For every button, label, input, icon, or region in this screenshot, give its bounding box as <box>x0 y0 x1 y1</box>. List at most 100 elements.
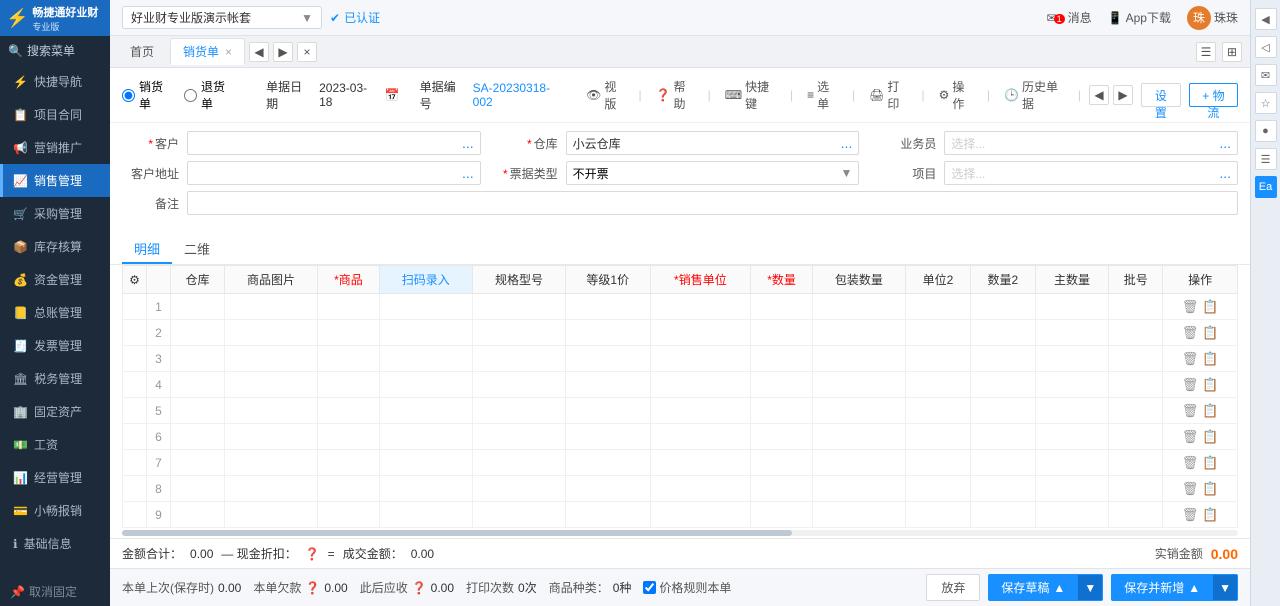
tab-sales-order[interactable]: 销货单 × <box>170 38 245 65</box>
tab-close-all-button[interactable]: × <box>297 42 317 62</box>
row-product-img[interactable] <box>224 320 317 346</box>
row-spec[interactable] <box>472 372 565 398</box>
row-grade-price[interactable] <box>566 372 650 398</box>
sidebar-item-expense[interactable]: 💳 小畅报销 <box>0 494 110 527</box>
row-unit2[interactable] <box>906 294 971 320</box>
row-pack-qty[interactable] <box>812 346 905 372</box>
row-product[interactable] <box>318 372 380 398</box>
row-qty2[interactable] <box>970 346 1035 372</box>
row-unit2[interactable] <box>906 424 971 450</box>
row-main-qty[interactable] <box>1035 476 1109 502</box>
row-qty2[interactable] <box>970 502 1035 528</box>
row-product-img[interactable] <box>224 372 317 398</box>
row-product[interactable] <box>318 502 380 528</box>
row-product[interactable] <box>318 476 380 502</box>
row-grade-price[interactable] <box>566 320 650 346</box>
settings-button[interactable]: 设置 <box>1141 83 1181 107</box>
row-unit2[interactable] <box>906 502 971 528</box>
row-product[interactable] <box>318 346 380 372</box>
calendar-icon[interactable]: 📅 <box>385 88 400 102</box>
row-quantity[interactable] <box>751 294 813 320</box>
view-icon-grid[interactable]: ⊞ <box>1222 42 1242 62</box>
row-scan[interactable] <box>379 372 472 398</box>
help-icon-summary[interactable]: ❓ <box>305 547 320 561</box>
row-delete-icon[interactable]: 🗑 <box>1182 455 1199 471</box>
sidebar-item-inventory[interactable]: 📦 库存核算 <box>0 230 110 263</box>
row-qty2[interactable] <box>970 398 1035 424</box>
row-quantity[interactable] <box>751 372 813 398</box>
row-qty2[interactable] <box>970 424 1035 450</box>
row-main-qty[interactable] <box>1035 398 1109 424</box>
view-button[interactable]: 👁 视版 <box>580 76 630 114</box>
col-settings[interactable]: ⚙ <box>123 266 147 294</box>
row-qty2[interactable] <box>970 372 1035 398</box>
tab-prev-button[interactable]: ◀ <box>249 42 269 62</box>
row-spec[interactable] <box>472 346 565 372</box>
row-sales-unit[interactable] <box>650 320 751 346</box>
row-sales-unit[interactable] <box>650 450 751 476</box>
help-debt-icon[interactable]: ❓ <box>305 581 320 595</box>
save-draft-arrow-button[interactable]: ▼ <box>1078 574 1103 601</box>
salesperson-select-icon[interactable]: ... <box>1219 135 1231 151</box>
sidebar-item-quicknav[interactable]: ⚡ 快捷导航 <box>0 65 110 98</box>
row-delete-icon[interactable]: 🗑 <box>1182 429 1199 445</box>
save-new-button[interactable]: 保存并新增 ▲ <box>1111 574 1213 601</box>
row-sales-unit[interactable] <box>650 424 751 450</box>
row-copy-icon[interactable]: 📋 <box>1202 351 1218 367</box>
row-product-img[interactable] <box>224 294 317 320</box>
add-logistics-button[interactable]: + 物流 <box>1189 83 1238 107</box>
row-unit2[interactable] <box>906 346 971 372</box>
sidebar-unpin[interactable]: 📌 取消固定 <box>0 577 110 606</box>
row-warehouse[interactable] <box>171 398 225 424</box>
row-scan[interactable] <box>379 450 472 476</box>
row-grade-price[interactable] <box>566 476 650 502</box>
warehouse-input[interactable]: 小云仓库 ... <box>566 131 860 155</box>
row-quantity[interactable] <box>751 476 813 502</box>
row-warehouse[interactable] <box>171 502 225 528</box>
sidebar-item-sales[interactable]: 📈 销售管理 <box>0 164 110 197</box>
row-warehouse[interactable] <box>171 320 225 346</box>
row-spec[interactable] <box>472 398 565 424</box>
row-scan[interactable] <box>379 502 472 528</box>
row-product-img[interactable] <box>224 476 317 502</box>
row-delete-icon[interactable]: 🗑 <box>1182 325 1199 341</box>
row-product-img[interactable] <box>224 424 317 450</box>
select-button[interactable]: ≡ 选单 <box>801 76 844 114</box>
row-product-img[interactable] <box>224 450 317 476</box>
sidebar-item-project[interactable]: 📋 项目合同 <box>0 98 110 131</box>
row-pack-qty[interactable] <box>812 450 905 476</box>
company-selector[interactable]: 好业财专业版演示帐套 ▼ <box>122 6 322 29</box>
row-quantity[interactable] <box>751 502 813 528</box>
row-product-img[interactable] <box>224 346 317 372</box>
row-main-qty[interactable] <box>1035 450 1109 476</box>
row-warehouse[interactable] <box>171 450 225 476</box>
right-panel-btn-mail[interactable]: ✉ <box>1255 64 1277 86</box>
row-spec[interactable] <box>472 476 565 502</box>
row-scan[interactable] <box>379 320 472 346</box>
row-main-qty[interactable] <box>1035 346 1109 372</box>
row-pack-qty[interactable] <box>812 320 905 346</box>
help-receivable-icon[interactable]: ❓ <box>412 581 427 595</box>
customer-select-icon[interactable]: ... <box>462 135 474 151</box>
row-copy-icon[interactable]: 📋 <box>1202 403 1218 419</box>
sidebar-item-invoice[interactable]: 🧾 发票管理 <box>0 329 110 362</box>
row-main-qty[interactable] <box>1035 294 1109 320</box>
row-sales-unit[interactable] <box>650 502 751 528</box>
right-panel-btn-star[interactable]: ☆ <box>1255 92 1277 114</box>
row-batch[interactable] <box>1109 476 1163 502</box>
tab-home[interactable]: 首页 <box>118 39 166 64</box>
row-grade-price[interactable] <box>566 450 650 476</box>
right-panel-btn-circle[interactable]: ● <box>1255 120 1277 142</box>
col-scan-input[interactable]: 扫码录入 <box>379 266 472 294</box>
row-pack-qty[interactable] <box>812 476 905 502</box>
user-menu[interactable]: 珠 珠珠 <box>1187 6 1238 30</box>
row-spec[interactable] <box>472 502 565 528</box>
row-product-img[interactable] <box>224 502 317 528</box>
row-copy-icon[interactable]: 📋 <box>1202 325 1218 341</box>
row-quantity[interactable] <box>751 450 813 476</box>
save-draft-button[interactable]: 保存草稿 ▲ <box>988 574 1078 601</box>
sidebar-item-purchase[interactable]: 🛒 采购管理 <box>0 197 110 230</box>
tab-detail[interactable]: 明细 <box>122 235 172 264</box>
history-button[interactable]: 🕒 历史单据 <box>998 76 1070 114</box>
operation-button[interactable]: ⚙ 操作 <box>933 76 979 114</box>
